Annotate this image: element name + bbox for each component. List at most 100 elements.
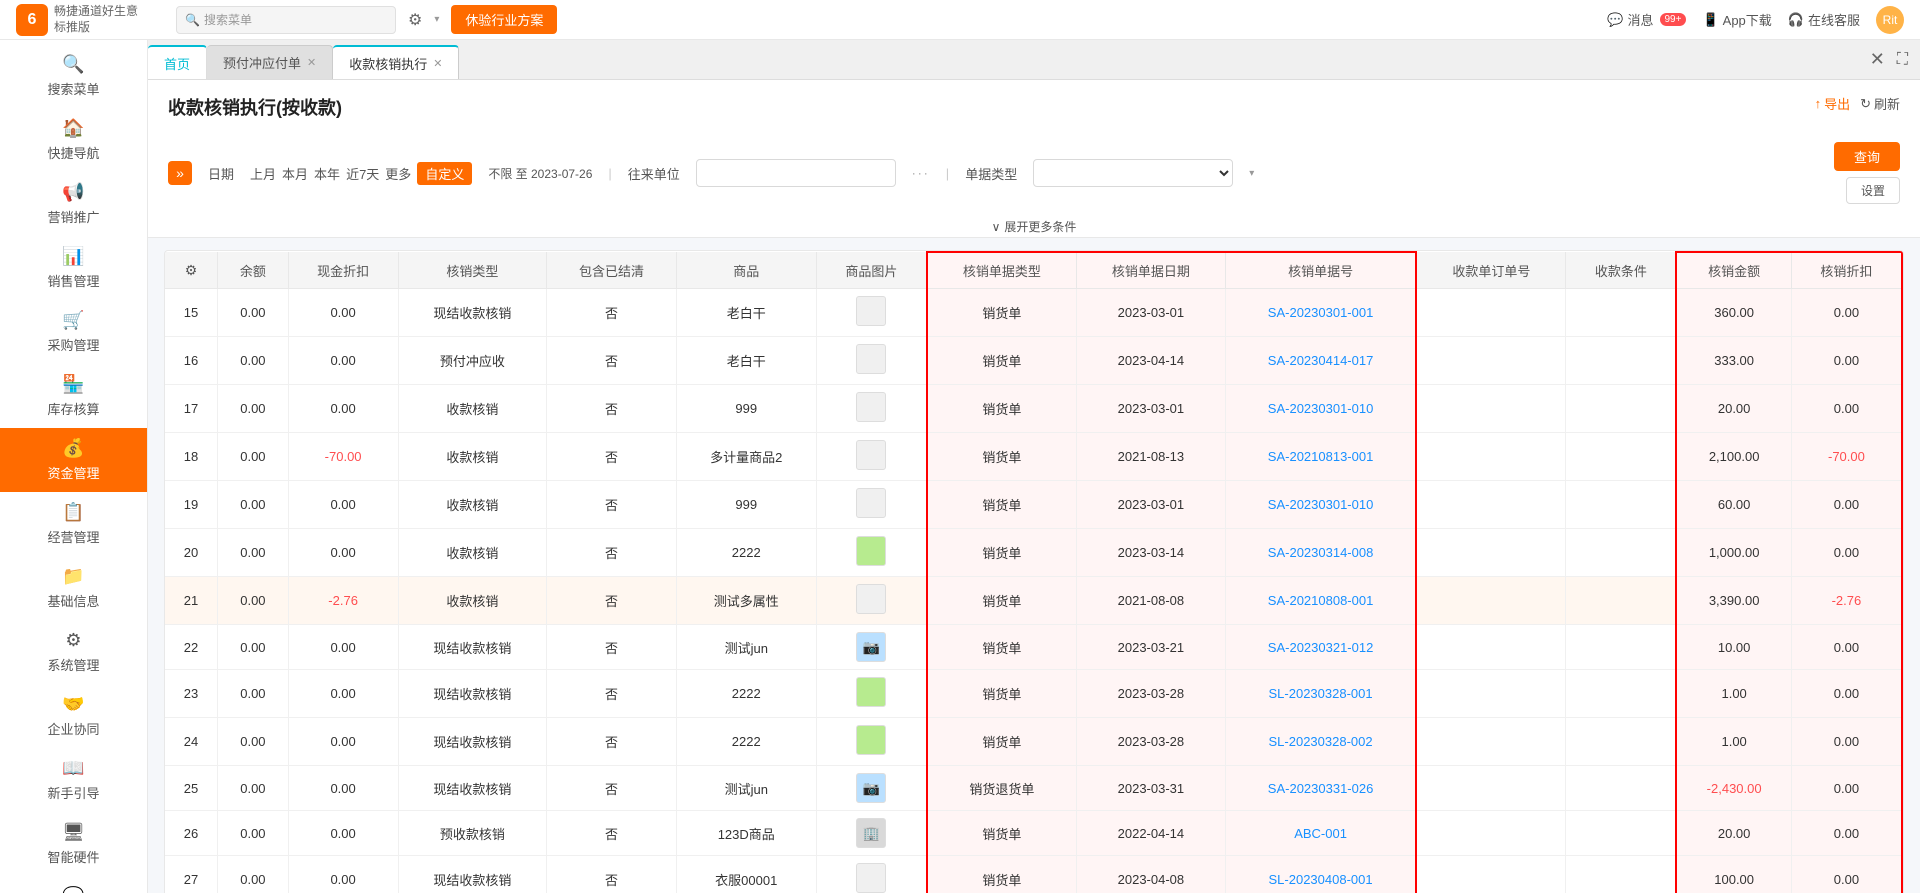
goods-image <box>856 344 886 374</box>
counterpart-label: 往来单位 <box>628 164 680 183</box>
goods-image <box>856 488 886 518</box>
sidebar-item-purchase[interactable]: 🛒 采购管理 <box>0 300 147 364</box>
cell-verify-discount: 0.00 <box>1791 811 1902 856</box>
cell-verify-bill-date: 2021-08-13 <box>1076 433 1225 481</box>
cell-receipt-condition <box>1566 625 1677 670</box>
sidebar-item-hardware[interactable]: 🖥 智能硬件 <box>0 812 147 876</box>
sidebar-item-inventory[interactable]: 🏪 库存核算 <box>0 364 147 428</box>
sidebar-item-finance[interactable]: 💰 资金管理 <box>0 428 147 492</box>
table-row: 19 0.00 0.00 收款核销 否 999 销货单 2023-03-01 S… <box>165 481 1902 529</box>
cell-verify-bill-date: 2023-04-08 <box>1076 856 1225 893</box>
sidebar-item-collab[interactable]: 🤝 企业协同 <box>0 684 147 748</box>
messages-badge: 99+ <box>1660 13 1687 26</box>
settings-button[interactable]: 设置 <box>1846 177 1900 204</box>
bill-no-link[interactable]: SA-20210813-001 <box>1268 449 1374 464</box>
filter-divider2: | <box>946 166 949 181</box>
cell-include-settled: 否 <box>547 337 676 385</box>
bill-no-link[interactable]: SA-20230321-012 <box>1268 640 1374 655</box>
bill-no-link[interactable]: SA-20230414-017 <box>1268 353 1374 368</box>
expand-more-button[interactable]: ∨ 展开更多条件 <box>992 218 1077 235</box>
table-row: 22 0.00 0.00 现结收款核销 否 测试jun 📷 销货单 2023-0… <box>165 625 1902 670</box>
bill-no-link[interactable]: SA-20230301-010 <box>1268 401 1374 416</box>
bill-no-link[interactable]: SA-20230301-001 <box>1268 305 1374 320</box>
phone-icon: 📱 <box>1702 12 1718 28</box>
app-download-item[interactable]: 📱 App下载 <box>1702 10 1771 29</box>
bill-no-link[interactable]: ABC-001 <box>1294 826 1347 841</box>
tab-verify-close-icon[interactable]: ✕ <box>433 57 442 70</box>
cell-receipt-order-no <box>1416 856 1566 893</box>
cell-verify-bill-type: 销货单 <box>927 481 1077 529</box>
th-settings[interactable]: ⚙ <box>165 252 218 289</box>
bill-no-link[interactable]: SL-20230328-002 <box>1269 734 1373 749</box>
cell-receipt-order-no <box>1416 481 1566 529</box>
query-button[interactable]: 查询 <box>1834 142 1900 171</box>
dropdown-arrow-icon[interactable]: ▾ <box>434 14 439 25</box>
date-7days[interactable]: 近7天 <box>346 164 379 183</box>
bill-no-link[interactable]: SL-20230408-001 <box>1269 872 1373 887</box>
messages-item[interactable]: 💬 消息 99+ <box>1607 10 1686 29</box>
sidebar-label-operation: 经营管理 <box>47 527 99 546</box>
cell-verify-type: 现结收款核销 <box>398 625 547 670</box>
th-gear-icon[interactable]: ⚙ <box>185 262 198 278</box>
date-last-month[interactable]: 上月 <box>250 164 276 183</box>
cell-receipt-condition <box>1566 577 1677 625</box>
topbar: 6 畅捷通道好生意 标推版 🔍 搜索菜单 ⚙ ▾ 休验行业方案 💬 消息 99+… <box>0 0 1920 40</box>
th-receipt-order-no: 收款单订单号 <box>1416 252 1566 289</box>
date-custom[interactable]: 自定义 <box>417 162 472 185</box>
cell-goods-img <box>816 385 927 433</box>
counterpart-input[interactable] <box>696 159 896 187</box>
tab-verify[interactable]: 收款核销执行 ✕ <box>333 45 459 79</box>
sidebar-item-quicknav[interactable]: 🏠 快捷导航 <box>0 108 147 172</box>
export-icon: ↑ <box>1815 96 1822 111</box>
cell-cash-discount: 0.00 <box>288 289 398 337</box>
industry-solution-button[interactable]: 休验行业方案 <box>451 5 557 34</box>
cell-verify-type: 预付冲应收 <box>398 337 547 385</box>
settings-gear-icon[interactable]: ⚙ <box>408 10 422 30</box>
cell-verify-discount: 0.00 <box>1791 856 1902 893</box>
sidebar-label-inventory: 库存核算 <box>47 399 99 418</box>
date-this-month[interactable]: 本月 <box>282 164 308 183</box>
refresh-button[interactable]: ↻ 刷新 <box>1860 94 1900 113</box>
sidebar-item-wechat[interactable]: 💬 企业微信 <box>0 876 147 893</box>
cell-cash-discount: 0.00 <box>288 811 398 856</box>
cell-verify-discount: 0.00 <box>1791 625 1902 670</box>
cell-verify-type: 收款核销 <box>398 529 547 577</box>
bill-no-link[interactable]: SA-20230314-008 <box>1268 545 1374 560</box>
tab-prepay[interactable]: 预付冲应付单 ✕ <box>207 45 333 79</box>
bill-no-link[interactable]: SA-20230301-010 <box>1268 497 1374 512</box>
sidebar-item-marketing[interactable]: 📢 营销推广 <box>0 172 147 236</box>
close-window-icon[interactable]: ✕ <box>1870 49 1885 70</box>
sidebar-item-basic[interactable]: 📁 基础信息 <box>0 556 147 620</box>
megaphone-icon: 📢 <box>62 182 84 203</box>
goods-image: 📷 <box>856 773 886 803</box>
headset-icon: 🎧 <box>1788 12 1804 28</box>
wechat-icon: 💬 <box>62 886 84 893</box>
bill-no-link[interactable]: SL-20230328-001 <box>1269 686 1373 701</box>
sidebar-label-quicknav: 快捷导航 <box>47 143 99 162</box>
export-button[interactable]: ↑ 导出 <box>1815 94 1851 113</box>
record-type-select[interactable] <box>1033 159 1233 187</box>
online-service-item[interactable]: 🎧 在线客服 <box>1788 10 1860 29</box>
cell-verify-amount: 10.00 <box>1676 625 1791 670</box>
cell-verify-bill-no: SL-20230408-001 <box>1225 856 1416 893</box>
date-this-year[interactable]: 本年 <box>314 164 340 183</box>
tab-prepay-close-icon[interactable]: ✕ <box>307 56 316 69</box>
bill-no-link[interactable]: SA-20210808-001 <box>1268 593 1374 608</box>
user-avatar-item[interactable]: Rit <box>1876 6 1904 34</box>
filter-expand-button[interactable]: » <box>168 161 192 185</box>
sidebar-item-sales[interactable]: 📊 销售管理 <box>0 236 147 300</box>
sidebar-item-guide[interactable]: 📖 新手引导 <box>0 748 147 812</box>
maximize-icon[interactable]: ⛶ <box>1897 51 1908 69</box>
bill-no-link[interactable]: SA-20230331-026 <box>1268 781 1374 796</box>
cell-no: 25 <box>165 766 218 811</box>
tab-home[interactable]: 首页 <box>148 45 207 79</box>
cell-goods-img <box>816 433 927 481</box>
sidebar-item-system[interactable]: ⚙ 系统管理 <box>0 620 147 684</box>
date-more[interactable]: 更多 <box>385 164 411 183</box>
cell-verify-bill-no: SL-20230328-001 <box>1225 670 1416 718</box>
cell-receipt-order-no <box>1416 385 1566 433</box>
cell-verify-type: 现结收款核销 <box>398 766 547 811</box>
filter-actions: 查询 设置 <box>1834 142 1900 204</box>
sidebar-item-search[interactable]: 🔍 搜索菜单 <box>0 44 147 108</box>
sidebar-item-operation[interactable]: 📋 经营管理 <box>0 492 147 556</box>
